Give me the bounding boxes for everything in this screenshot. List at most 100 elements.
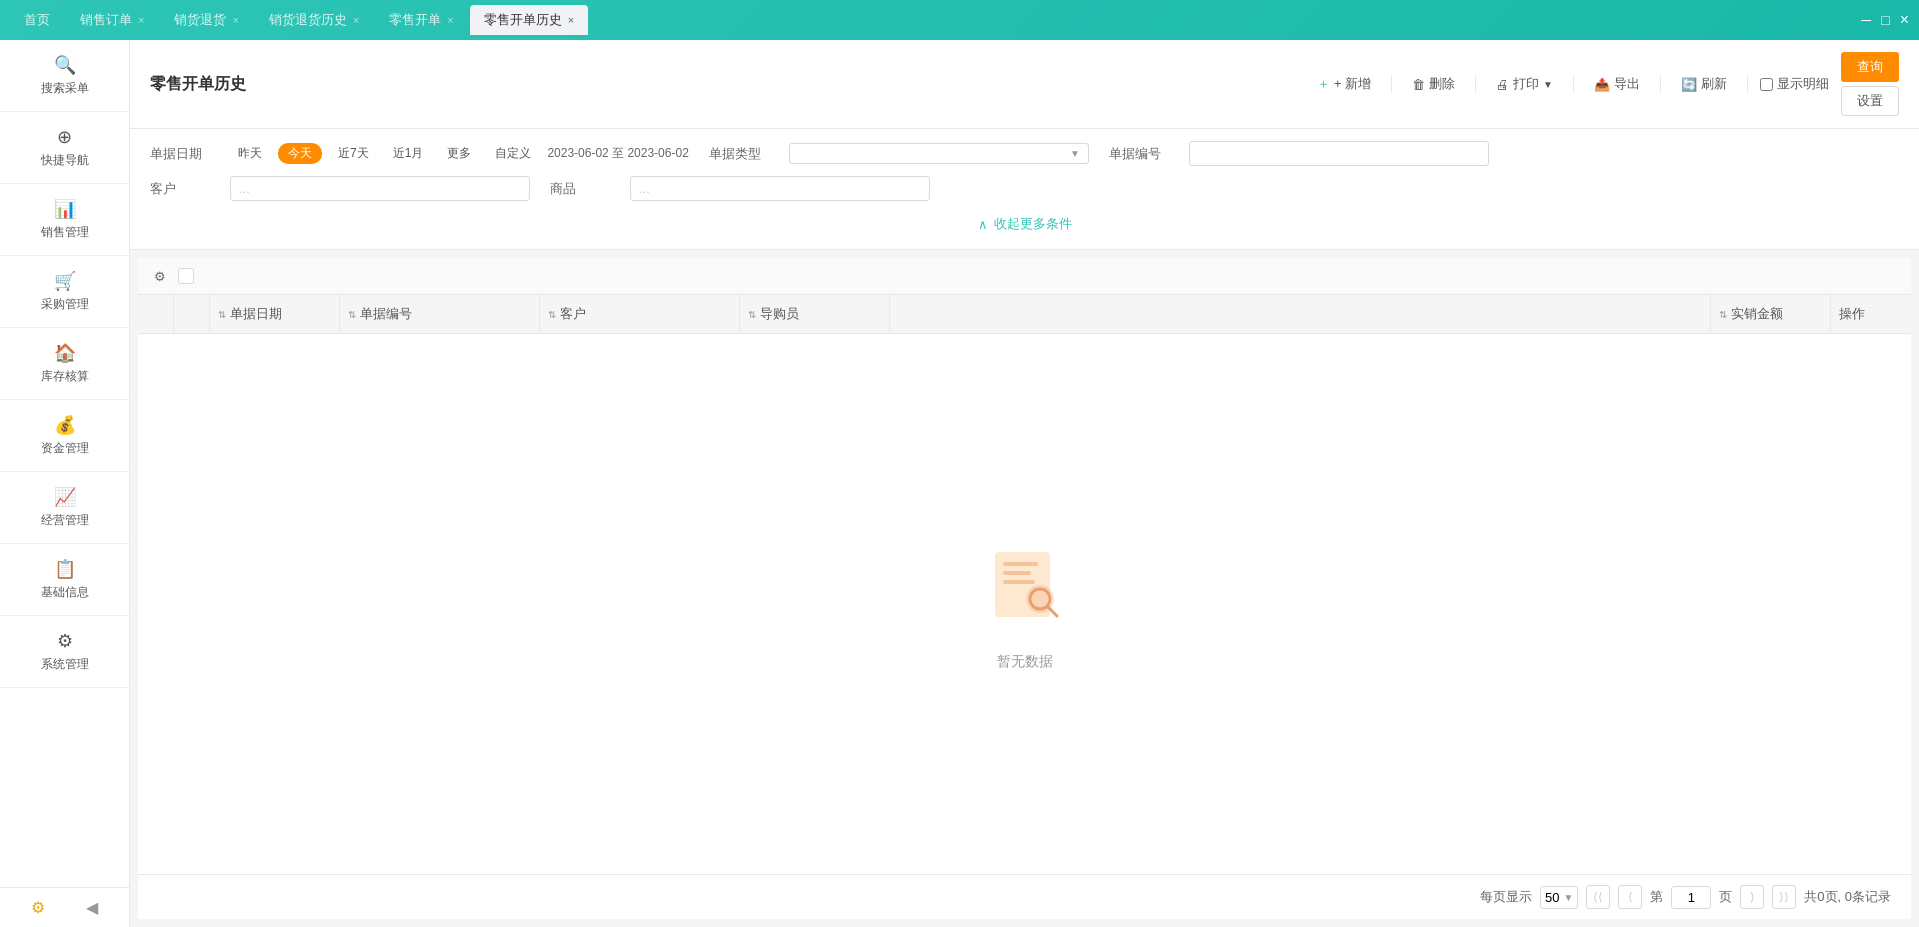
th-date: ⇅ 单据日期 (210, 295, 340, 333)
date-btn-more[interactable]: 更多 (439, 143, 479, 164)
table-toolbar: ⚙ (138, 258, 1911, 295)
column-settings-icon[interactable]: ⚙ (150, 266, 170, 286)
page-last-button[interactable]: ⟩⟩ (1772, 885, 1796, 909)
type-select[interactable]: ▼ (789, 143, 1089, 164)
tab-close-sales-return-history[interactable]: × (353, 14, 359, 26)
page-prev-button[interactable]: ⟨ (1618, 885, 1642, 909)
tab-close-sales-order[interactable]: × (138, 14, 144, 26)
window-max-button[interactable]: □ (1881, 12, 1889, 28)
empty-text: 暂无数据 (997, 653, 1053, 671)
th-spacer (890, 295, 1711, 333)
show-detail-checkbox[interactable] (1760, 78, 1773, 91)
date-btn-today[interactable]: 今天 (278, 143, 322, 164)
svg-rect-2 (1003, 571, 1031, 575)
sort-icon-salesperson[interactable]: ⇅ (748, 309, 756, 320)
page-first-button[interactable]: ⟨⟨ (1586, 885, 1610, 909)
sidebar-label-operation: 经营管理 (41, 512, 89, 529)
sidebar-item-basic[interactable]: 📋 基础信息 (0, 544, 129, 616)
page-next-button[interactable]: ⟩ (1740, 885, 1764, 909)
sidebar-icon-basic: 📋 (54, 558, 76, 580)
type-dropdown-icon: ▼ (1070, 148, 1080, 159)
tab-close-retail-open[interactable]: × (447, 14, 453, 26)
customer-label: 客户 (150, 180, 210, 198)
total-text: 共0页, 0条记录 (1804, 888, 1891, 906)
sidebar-icon-inventory: 🏠 (54, 342, 76, 364)
add-button[interactable]: ＋ + 新增 (1309, 71, 1379, 97)
tab-retail-open-history[interactable]: 零售开单历史 × (470, 5, 588, 35)
th-salesperson: ⇅ 导购员 (740, 295, 890, 333)
th-number: ⇅ 单据编号 (340, 295, 540, 333)
settings-icon[interactable]: ⚙ (31, 898, 45, 917)
content-area: 零售开单历史 ＋ + 新增 🗑 删除 🖨 打印 ▼ (130, 40, 1919, 927)
show-detail-checkbox-container[interactable]: 显示明细 (1760, 75, 1829, 93)
tab-sales-return[interactable]: 销货退货 × (160, 5, 252, 35)
goods-label: 商品 (550, 180, 610, 198)
th-amount-label: 实销金额 (1731, 305, 1783, 323)
date-btn-yesterday[interactable]: 昨天 (230, 143, 270, 164)
delete-button[interactable]: 🗑 删除 (1404, 71, 1463, 97)
sidebar-icon-operation: 📈 (54, 486, 76, 508)
export-button[interactable]: 📤 导出 (1586, 71, 1648, 97)
window-close-button[interactable]: × (1900, 11, 1909, 29)
th-salesperson-label: 导购员 (760, 305, 799, 323)
th-customer-label: 客户 (560, 305, 586, 323)
add-icon: ＋ (1317, 75, 1330, 93)
print-icon: 🖨 (1496, 77, 1509, 92)
sidebar-label-finance: 资金管理 (41, 440, 89, 457)
tab-label-sales-return-history: 销货退货历史 (269, 11, 347, 29)
table-header: ⇅ 单据日期 ⇅ 单据编号 ⇅ 客户 ⇅ 导购员 ⇅ 实销 (138, 295, 1911, 334)
sort-icon-amount[interactable]: ⇅ (1719, 309, 1727, 320)
th-actions-label: 操作 (1839, 305, 1865, 323)
tab-label-retail-open-history: 零售开单历史 (484, 11, 562, 29)
export-icon: 📤 (1594, 77, 1610, 92)
tab-retail-open[interactable]: 零售开单× (375, 5, 467, 35)
print-button[interactable]: 🖨 打印 ▼ (1488, 71, 1561, 97)
th-customer: ⇅ 客户 (540, 295, 740, 333)
select-all-checkbox[interactable] (178, 268, 194, 284)
tab-close-sales-return[interactable]: × (232, 14, 238, 26)
refresh-button[interactable]: 🔄 刷新 (1673, 71, 1735, 97)
query-button[interactable]: 查询 (1841, 52, 1899, 82)
tab-sales-return-history[interactable]: 销货退货历史 × (255, 5, 373, 35)
sidebar-item-quick-nav[interactable]: ⊕ 快捷导航 (0, 112, 129, 184)
collapse-text: 收起更多条件 (994, 215, 1072, 233)
sidebar-item-search[interactable]: 🔍 搜索采单 (0, 40, 129, 112)
collapse-bar[interactable]: ∧ 收起更多条件 (150, 211, 1899, 237)
sidebar-item-sales[interactable]: 📊 销售管理 (0, 184, 129, 256)
sort-icon-customer[interactable]: ⇅ (548, 309, 556, 320)
per-page-dropdown-icon: ▼ (1563, 892, 1573, 903)
filter-row-1: 单据日期 昨天 今天 近7天 近1月 更多 自定义 2023-06-02 至 2… (150, 141, 1899, 166)
delete-icon: 🗑 (1412, 77, 1425, 92)
main-layout: 🔍 搜索采单 ⊕ 快捷导航 📊 销售管理 🛒 采购管理 🏠 库存核算 💰 资金管… (0, 40, 1919, 927)
number-input[interactable] (1189, 141, 1489, 166)
svg-rect-1 (1003, 562, 1038, 566)
tab-home[interactable]: 首页 (10, 5, 64, 35)
sidebar-label-purchase: 采购管理 (41, 296, 89, 313)
sidebar-item-finance[interactable]: 💰 资金管理 (0, 400, 129, 472)
page-input[interactable] (1671, 886, 1711, 909)
sidebar-item-purchase[interactable]: 🛒 采购管理 (0, 256, 129, 328)
setting-button[interactable]: 设置 (1841, 86, 1899, 116)
sort-icon-date[interactable]: ⇅ (218, 309, 226, 320)
divider-1 (1391, 76, 1392, 92)
date-btn-custom[interactable]: 自定义 (487, 143, 539, 164)
sort-icon-number[interactable]: ⇅ (348, 309, 356, 320)
window-min-button[interactable]: ─ (1861, 12, 1871, 28)
sidebar-item-operation[interactable]: 📈 经营管理 (0, 472, 129, 544)
number-label: 单据编号 (1109, 145, 1169, 163)
goods-input[interactable]: ... (630, 176, 930, 201)
per-page-select[interactable]: 50 ▼ (1540, 886, 1578, 909)
tab-label-sales-return: 销货退货 (174, 11, 226, 29)
date-btn-7days[interactable]: 近7天 (330, 143, 377, 164)
customer-input[interactable]: ... (230, 176, 530, 201)
sidebar-item-system[interactable]: ⚙ 系统管理 (0, 616, 129, 688)
date-btn-1month[interactable]: 近1月 (385, 143, 432, 164)
date-range-display: 2023-06-02 至 2023-06-02 (547, 145, 688, 162)
tab-sales-order[interactable]: 销售订单× (66, 5, 158, 35)
collapse-icon[interactable]: ◀ (86, 898, 98, 917)
tab-bar: 首页销售订单×销货退货×销货退货历史×零售开单×零售开单历史× (10, 5, 1861, 35)
tab-close-retail-open-history[interactable]: × (568, 14, 574, 26)
per-page-label: 每页显示 (1480, 888, 1532, 906)
sidebar-icon-purchase: 🛒 (54, 270, 76, 292)
sidebar-item-inventory[interactable]: 🏠 库存核算 (0, 328, 129, 400)
